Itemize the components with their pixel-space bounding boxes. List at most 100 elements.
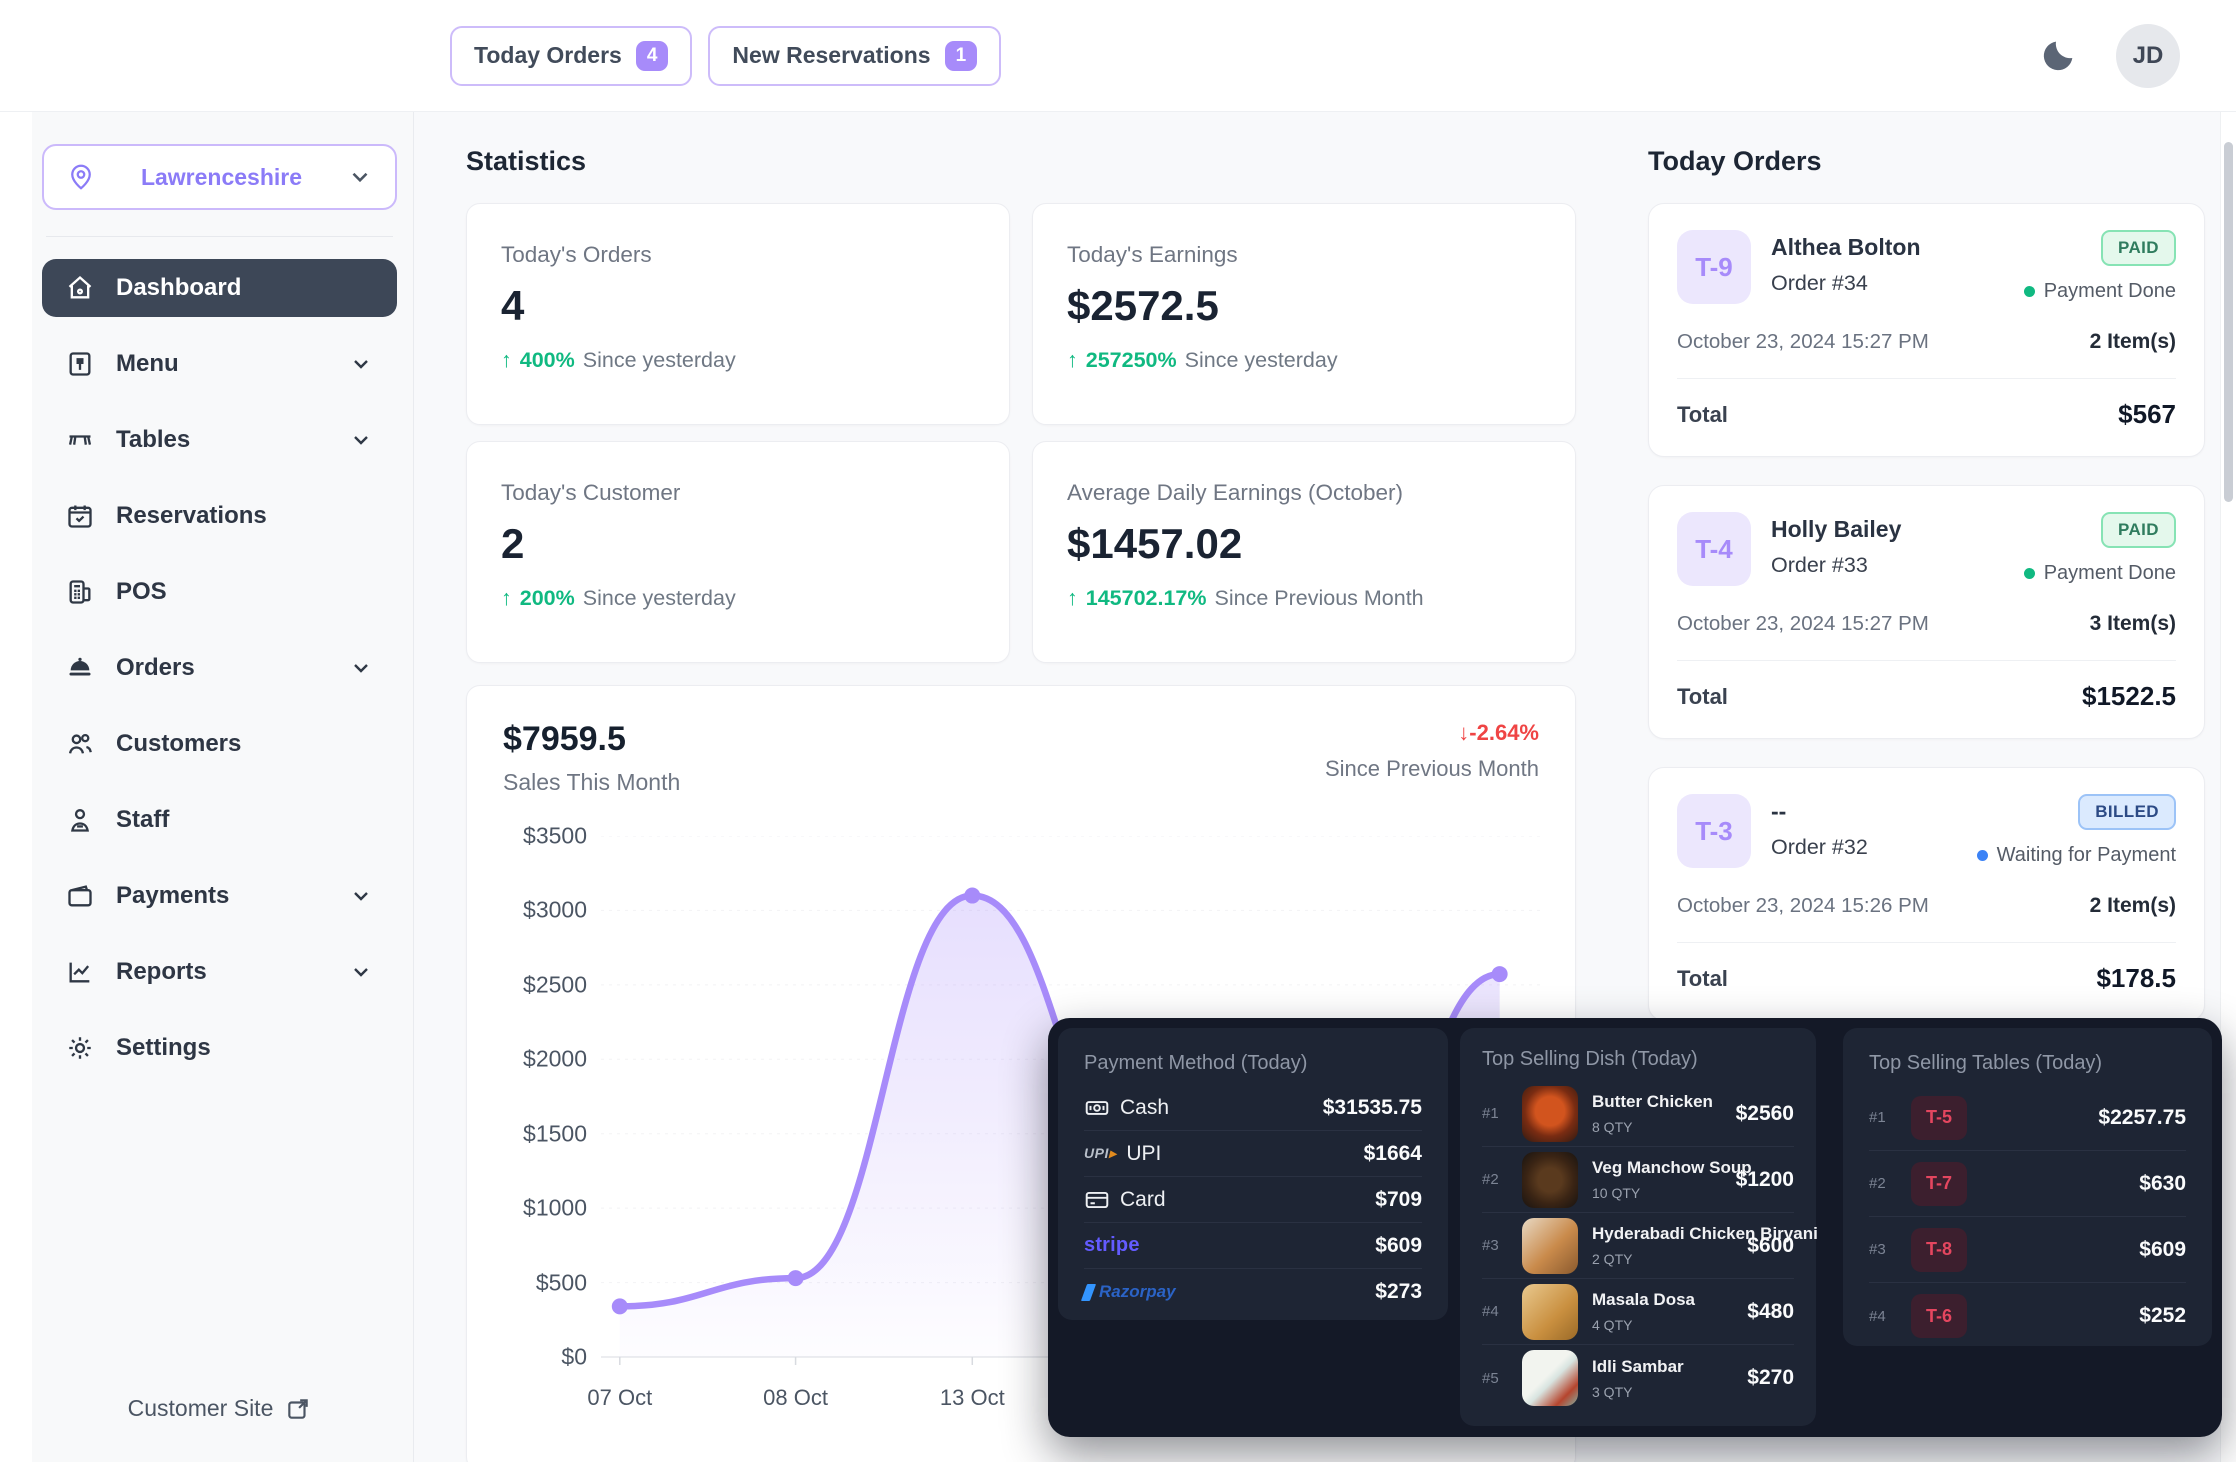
sidebar-item-label: Tables [116, 426, 190, 454]
dish-rank: #5 [1482, 1370, 1508, 1387]
status-dot [2024, 568, 2035, 579]
total-label: Total [1677, 966, 1728, 992]
sidebar-item-orders[interactable]: Orders [42, 639, 397, 697]
today-orders-button-label: Today Orders [474, 42, 622, 69]
table-rank: #4 [1869, 1308, 1895, 1325]
table-badge-red: T-6 [1911, 1294, 1967, 1338]
dish-rank: #4 [1482, 1303, 1508, 1320]
dish-name: Masala Dosa [1592, 1290, 1695, 1310]
dish-name: Butter Chicken [1592, 1092, 1713, 1112]
stat-grid: Today's Orders 4 ↑400%Since yesterday To… [466, 203, 1576, 663]
stat-delta-value: 400% [520, 348, 575, 373]
sidebar-item-customers[interactable]: Customers [42, 715, 397, 773]
stat-card-average-daily-earnings: Average Daily Earnings (October) $1457.0… [1032, 441, 1576, 663]
table-badge-red: T-7 [1911, 1162, 1967, 1206]
location-selector[interactable]: Lawrenceshire [42, 144, 397, 210]
sidebar-item-payments[interactable]: Payments [42, 867, 397, 925]
chevron-down-icon [349, 656, 373, 680]
avatar[interactable]: JD [2116, 24, 2180, 88]
status-text: Waiting for Payment [1997, 844, 2176, 867]
sidebar-item-pos[interactable]: POS [42, 563, 397, 621]
dish-price: $270 [1747, 1366, 1794, 1390]
sidebar: Lawrenceshire Dashboard Menu Tables Rese… [32, 112, 414, 1462]
stat-delta-caption: Since yesterday [583, 348, 736, 373]
avatar-initials: JD [2133, 42, 2164, 70]
top-selling-tables-title: Top Selling Tables (Today) [1869, 1052, 2186, 1075]
home-icon [66, 274, 94, 302]
y-axis-labels: $3500 $3000 $2500 $2000 $1500 $1000 $500… [497, 836, 601, 1357]
stat-value: 2 [501, 520, 975, 568]
dish-rank: #2 [1482, 1171, 1508, 1188]
stat-value: 4 [501, 282, 975, 330]
stat-value: $2572.5 [1067, 282, 1541, 330]
today-orders-title: Today Orders [1648, 146, 2205, 177]
sidebar-item-reservations[interactable]: Reservations [42, 487, 397, 545]
map-pin-icon [66, 162, 96, 192]
dish-qty: 3 QTY [1592, 1384, 1684, 1400]
razorpay-logo-mark [1081, 1284, 1096, 1301]
sidebar-item-tables[interactable]: Tables [42, 411, 397, 469]
dish-photo-masala-dosa [1522, 1284, 1578, 1340]
stat-delta-caption: Since Previous Month [1215, 586, 1424, 611]
sidebar-item-staff[interactable]: Staff [42, 791, 397, 849]
scrollbar-track[interactable] [2220, 112, 2236, 1462]
moon-icon[interactable] [2038, 36, 2078, 76]
sidebar-item-label: Staff [116, 806, 169, 834]
y-axis-label: $2000 [523, 1046, 587, 1073]
chevron-down-icon [349, 352, 373, 376]
payment-method-label: Cash [1120, 1096, 1169, 1120]
payment-amount: $1664 [1364, 1142, 1422, 1166]
status-dot [1977, 850, 1988, 861]
dish-name: Veg Manchow Soup [1592, 1158, 1722, 1178]
customer-name: Althea Bolton [1771, 234, 1921, 261]
table-amount: $2257.75 [2098, 1106, 2186, 1130]
down-arrow-icon: ↓ [1458, 720, 1469, 745]
y-axis-label: $500 [536, 1269, 587, 1296]
top-selling-dish-panel: Top Selling Dish (Today) #1 Butter Chick… [1460, 1028, 1816, 1426]
payment-method-panel: Payment Method (Today) Cash $31535.75 UP… [1058, 1028, 1448, 1320]
order-card[interactable]: T-9 Althea Bolton Order #34 PAID Payment… [1648, 203, 2205, 457]
top-selling-dish-title: Top Selling Dish (Today) [1482, 1048, 1794, 1071]
new-reservations-button[interactable]: New Reservations 1 [708, 26, 1001, 86]
sidebar-item-settings[interactable]: Settings [42, 1019, 397, 1077]
divider [1677, 942, 2176, 943]
x-axis-label: 13 Oct [940, 1385, 1005, 1411]
divider [1677, 378, 2176, 379]
order-card[interactable]: T-3 -- Order #32 BILLED Waiting for Paym… [1648, 767, 2205, 1021]
order-number: Order #32 [1771, 835, 1868, 860]
x-axis-label: 07 Oct [587, 1385, 652, 1411]
sidebar-item-label: Reports [116, 958, 207, 986]
chevron-down-icon [347, 164, 373, 190]
customer-site-link[interactable]: Customer Site [42, 1395, 397, 1422]
dish-name: Idli Sambar [1592, 1357, 1684, 1377]
restaurant-menu-icon [66, 350, 94, 378]
stat-delta-value: 200% [520, 586, 575, 611]
sidebar-item-label: POS [116, 578, 167, 606]
dashboard-app: Today Orders 4 New Reservations 1 JD Law… [0, 0, 2236, 1462]
chevron-down-icon [349, 428, 373, 452]
sidebar-item-label: Payments [116, 882, 229, 910]
dish-row: #1 Butter Chicken8 QTY $2560 [1482, 1081, 1794, 1147]
scrollbar-thumb[interactable] [2224, 142, 2233, 502]
table-amount: $630 [2139, 1172, 2186, 1196]
today-orders-count-badge: 4 [636, 41, 669, 71]
pos-terminal-icon [66, 578, 94, 606]
dish-qty: 8 QTY [1592, 1119, 1713, 1135]
order-items-count: 2 Item(s) [2090, 330, 2176, 354]
payment-row-cash: Cash $31535.75 [1084, 1085, 1422, 1131]
status-badge: BILLED [2078, 794, 2176, 830]
status-text: Payment Done [2044, 280, 2176, 303]
dish-name: Hyderabadi Chicken Biryani [1592, 1224, 1733, 1244]
order-card[interactable]: T-4 Holly Bailey Order #33 PAID Payment … [1648, 485, 2205, 739]
sidebar-item-dashboard[interactable]: Dashboard [42, 259, 397, 317]
dish-photo-hyderabadi-chicken-biryani [1522, 1218, 1578, 1274]
sidebar-item-menu[interactable]: Menu [42, 335, 397, 393]
external-link-icon [285, 1396, 311, 1422]
payment-row-card: Card $709 [1084, 1177, 1422, 1223]
cash-icon [1084, 1095, 1110, 1121]
sidebar-item-reports[interactable]: Reports [42, 943, 397, 1001]
order-total: $1522.5 [2082, 681, 2176, 712]
payment-row-upi: UPI▸ UPI $1664 [1084, 1131, 1422, 1177]
customer-site-label: Customer Site [128, 1395, 274, 1422]
today-orders-button[interactable]: Today Orders 4 [450, 26, 692, 86]
